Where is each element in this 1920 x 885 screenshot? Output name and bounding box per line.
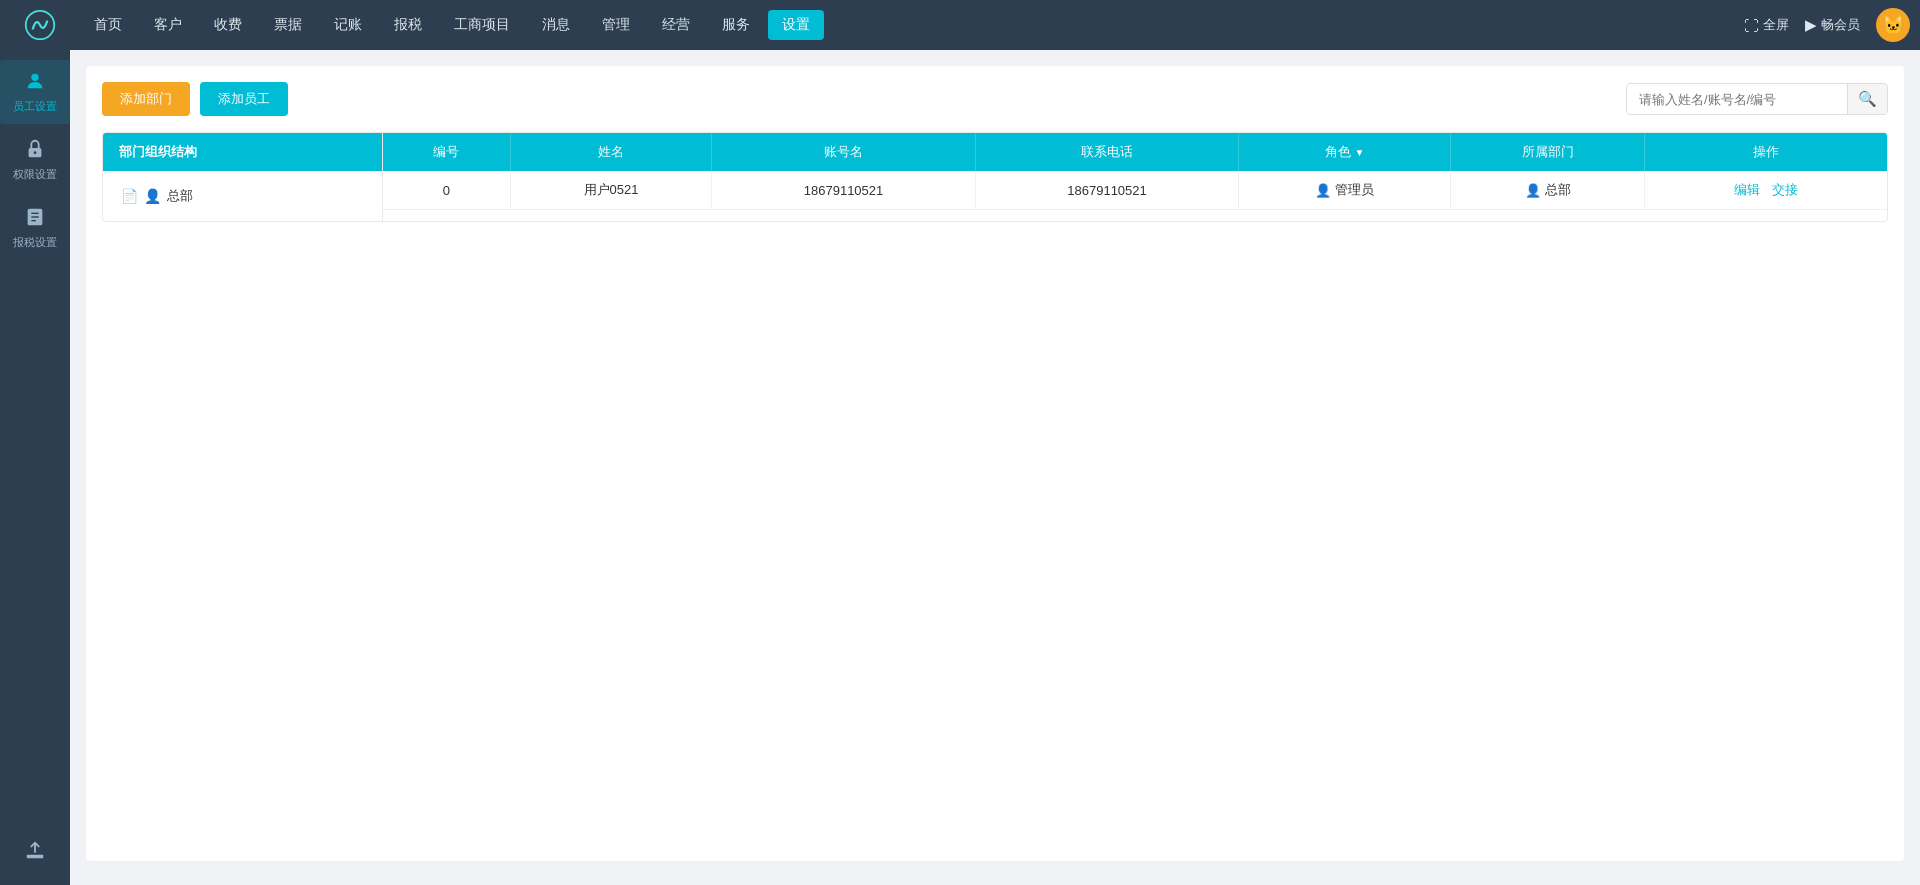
dept-item-name: 总部: [167, 187, 193, 205]
fullscreen-btn[interactable]: ⛶ 全屏: [1744, 16, 1789, 34]
dept-item-general[interactable]: 📄 👤 总部: [113, 181, 372, 211]
nav-item-service[interactable]: 服务: [708, 10, 764, 40]
sidebar-item-label-permission: 权限设置: [13, 167, 57, 182]
cell-name: 用户0521: [510, 171, 711, 210]
col-header-account: 账号名: [712, 133, 976, 171]
logo-icon: [22, 7, 58, 43]
sidebar: 员工设置 权限设置 报税设置: [0, 50, 70, 885]
vip-btn[interactable]: ▶ 畅会员: [1805, 16, 1860, 34]
search-area: 🔍: [1626, 83, 1888, 115]
emp-table: 编号 姓名 账号名 联系电话 角色 ▼ 所属部门 操作: [383, 133, 1887, 210]
search-button[interactable]: 🔍: [1847, 84, 1887, 114]
nav-item-message[interactable]: 消息: [528, 10, 584, 40]
edit-button[interactable]: 编辑: [1730, 181, 1764, 199]
svg-rect-8: [27, 855, 44, 859]
taxsetting-icon: [24, 206, 46, 231]
logo[interactable]: [10, 7, 70, 43]
col-header-dept: 所属部门: [1451, 133, 1645, 171]
col-header-role: 角色 ▼: [1239, 133, 1451, 171]
cell-ops: 编辑 交接: [1645, 171, 1887, 210]
add-dept-button[interactable]: 添加部门: [102, 82, 190, 116]
sidebar-item-label-taxsetting: 报税设置: [13, 235, 57, 250]
transfer-button[interactable]: 交接: [1768, 181, 1802, 199]
content-card: 添加部门 添加员工 🔍 部门组织结构 📄 👤 总部: [86, 66, 1904, 861]
role-label: 管理员: [1335, 181, 1374, 199]
sidebar-item-permission[interactable]: 权限设置: [0, 128, 70, 192]
fullscreen-label: 全屏: [1763, 16, 1789, 34]
avatar[interactable]: 🐱: [1876, 8, 1910, 42]
vip-label: 畅会员: [1821, 16, 1860, 34]
dept-user-icon: 👤: [144, 188, 161, 204]
cell-dept: 👤 总部: [1451, 171, 1645, 210]
vip-icon: ▶: [1805, 16, 1817, 34]
dept-label: 总部: [1545, 181, 1571, 199]
nav-items: 首页 客户 收费 票据 记账 报税 工商项目 消息 管理 经营 服务 设置: [80, 10, 1744, 40]
nav-item-tax[interactable]: 报税: [380, 10, 436, 40]
col-header-name: 姓名: [510, 133, 711, 171]
table-row: 0 用户0521 18679110521 18679110521 👤 管理员 👤…: [383, 171, 1887, 210]
sidebar-item-employee[interactable]: 员工设置: [0, 60, 70, 124]
svg-point-3: [34, 151, 37, 154]
dept-panel-header: 部门组织结构: [103, 133, 382, 171]
nav-item-manage[interactable]: 管理: [588, 10, 644, 40]
emp-panel: 编号 姓名 账号名 联系电话 角色 ▼ 所属部门 操作: [383, 133, 1887, 221]
avatar-icon: 🐱: [1882, 14, 1904, 36]
employee-icon: [24, 70, 46, 95]
dept-icon: 👤: [1525, 183, 1541, 198]
cell-role: 👤 管理员: [1239, 171, 1451, 210]
table-header-row: 编号 姓名 账号名 联系电话 角色 ▼ 所属部门 操作: [383, 133, 1887, 171]
sidebar-item-label-employee: 员工设置: [13, 99, 57, 114]
nav-item-operation[interactable]: 经营: [648, 10, 704, 40]
nav-item-ticket[interactable]: 票据: [260, 10, 316, 40]
two-col-layout: 部门组织结构 📄 👤 总部 编号 姓名 账号名: [102, 132, 1888, 222]
search-icon: 🔍: [1858, 90, 1877, 107]
nav-item-fee[interactable]: 收费: [200, 10, 256, 40]
filter-icon: ▼: [1355, 147, 1365, 158]
cell-phone: 18679110521: [975, 171, 1239, 210]
top-nav: 首页 客户 收费 票据 记账 报税 工商项目 消息 管理 经营 服务 设置 ⛶ …: [0, 0, 1920, 50]
nav-item-client[interactable]: 客户: [140, 10, 196, 40]
search-input[interactable]: [1627, 85, 1847, 114]
nav-item-settings[interactable]: 设置: [768, 10, 824, 40]
col-header-phone: 联系电话: [975, 133, 1239, 171]
cell-account: 18679110521: [712, 171, 976, 210]
nav-item-account[interactable]: 记账: [320, 10, 376, 40]
sidebar-item-taxtax[interactable]: 报税设置: [0, 196, 70, 260]
permission-icon: [24, 138, 46, 163]
toolbar: 添加部门 添加员工 🔍: [102, 82, 1888, 116]
col-header-ops: 操作: [1645, 133, 1887, 171]
main-content: 添加部门 添加员工 🔍 部门组织结构 📄 👤 总部: [70, 50, 1920, 885]
cell-id: 0: [383, 171, 510, 210]
upload-icon: [24, 840, 46, 865]
add-emp-button[interactable]: 添加员工: [200, 82, 288, 116]
dept-tree: 📄 👤 总部: [103, 171, 382, 221]
role-icon: 👤: [1315, 183, 1331, 198]
nav-item-home[interactable]: 首页: [80, 10, 136, 40]
dept-panel: 部门组织结构 📄 👤 总部: [103, 133, 383, 221]
fullscreen-icon: ⛶: [1744, 17, 1759, 34]
col-header-id: 编号: [383, 133, 510, 171]
file-icon: 📄: [121, 188, 138, 204]
sidebar-item-upload[interactable]: [0, 830, 70, 875]
nav-item-business[interactable]: 工商项目: [440, 10, 524, 40]
nav-right: ⛶ 全屏 ▶ 畅会员 🐱: [1744, 8, 1910, 42]
svg-point-1: [31, 74, 38, 81]
